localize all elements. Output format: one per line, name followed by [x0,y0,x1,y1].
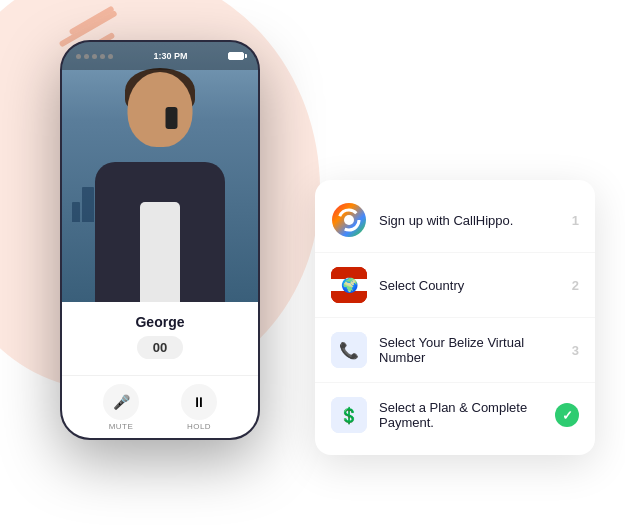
step-1-signup[interactable]: Sign up with CallHippo. 1 [315,188,595,253]
hold-button[interactable]: ⏸ HOLD [181,384,217,431]
phone-battery [228,52,244,60]
person-head [128,72,193,147]
phone-number-icon: 📞 [331,332,367,368]
steps-card: Sign up with CallHippo. 1 🌍 Select Count… [315,180,595,455]
step-1-number: 1 [572,213,579,228]
mute-button[interactable]: 🎤 MUTE [103,384,139,431]
mute-label: MUTE [109,422,134,431]
phone-status-bar: 1:30 PM [62,42,258,70]
battery-icon [228,52,244,60]
phone-info-area: George 00 [62,302,258,375]
caller-name: George [72,314,248,330]
person-holding-phone [166,107,178,129]
step-4-text: Select a Plan & Complete Payment. [379,400,543,430]
call-timer-btn: 00 [137,336,183,359]
phone-mockup: 1:30 PM [60,40,260,440]
svg-point-2 [344,215,354,225]
hold-icon: ⏸ [181,384,217,420]
mute-icon: 🎤 [103,384,139,420]
svg-text:📞: 📞 [339,341,359,360]
step-4-check [555,403,579,427]
call-timer: 00 [153,340,167,355]
step-1-text: Sign up with CallHippo. [379,213,560,228]
person-body [95,162,225,302]
step-3-text: Select Your Belize Virtual Number [379,335,560,365]
phone-time: 1:30 PM [153,51,187,61]
phone-speaker [76,54,113,59]
step-3-number[interactable]: 📞 Select Your Belize Virtual Number 3 [315,318,595,383]
callhippo-logo-icon [331,202,367,238]
step-3-number: 3 [572,343,579,358]
payment-dollar-icon: 💲 [331,397,367,433]
hold-label: HOLD [187,422,211,431]
step-4-payment[interactable]: 💲 Select a Plan & Complete Payment. [315,383,595,447]
step-2-country[interactable]: 🌍 Select Country 2 [315,253,595,318]
svg-text:💲: 💲 [339,406,359,425]
step-2-text: Select Country [379,278,560,293]
building-1 [72,202,80,222]
country-flag-icon: 🌍 [331,267,367,303]
svg-text:🌍: 🌍 [341,277,359,294]
phone-photo-area [62,42,258,302]
phone-actions-bar: 🎤 MUTE ⏸ HOLD [62,375,258,440]
person-figure [80,62,240,302]
person-shirt [140,202,180,302]
step-2-number: 2 [572,278,579,293]
phone-body: 1:30 PM [60,40,260,440]
